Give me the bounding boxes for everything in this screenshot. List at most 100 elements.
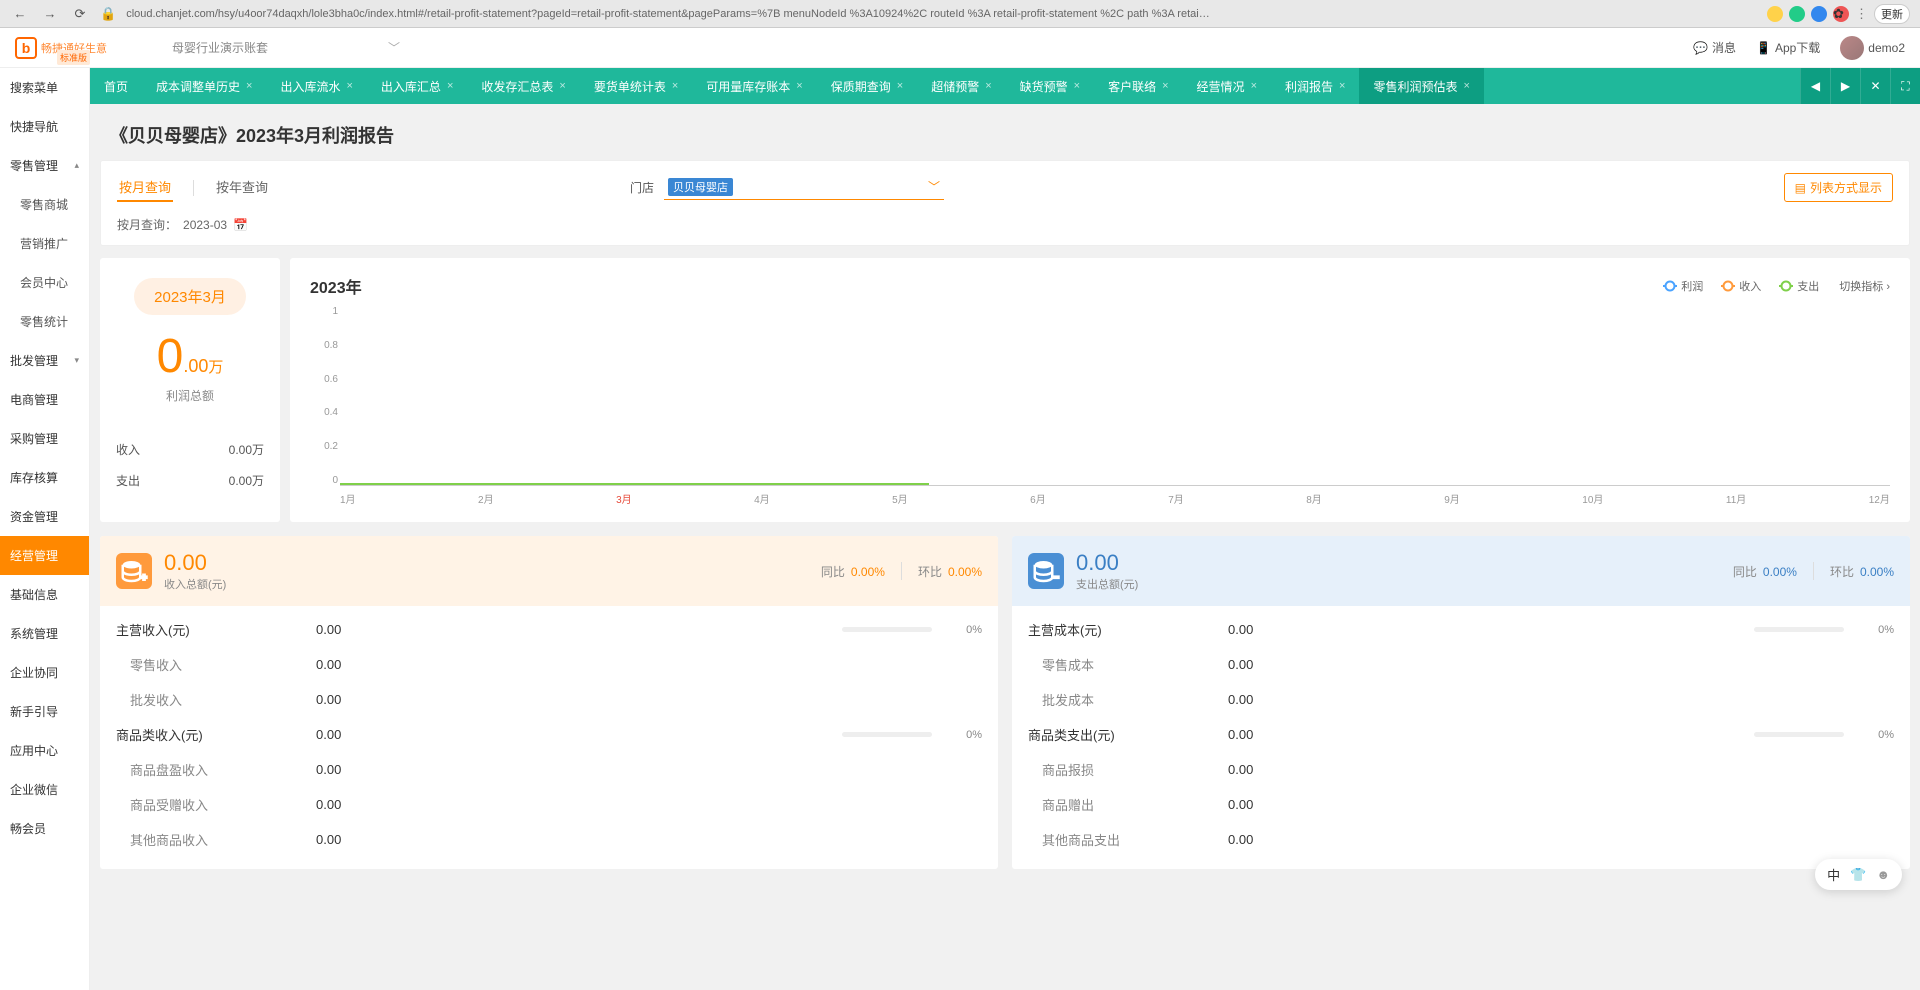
phone-icon: 📱 [1756,41,1771,55]
sidebar-item[interactable]: 经营管理 [0,536,89,575]
ext-menu-icon[interactable]: ⋮ [1855,6,1868,22]
url-bar[interactable]: cloud.chanjet.com/hsy/u4oor74daqxh/lole3… [126,8,1757,20]
messages-button[interactable]: 💬消息 [1693,39,1736,56]
sidebar-item[interactable]: 资金管理 [0,497,89,536]
legend-expense[interactable]: 支出 [1779,278,1819,294]
close-icon[interactable]: × [672,80,678,92]
filter-tab-year[interactable]: 按年查询 [214,173,270,202]
close-icon[interactable]: × [1251,80,1257,92]
calendar-icon[interactable]: 📅 [233,218,248,232]
sidebar-item[interactable]: 零售统计 [0,302,89,341]
list-mode-button[interactable]: ▤ 列表方式显示 [1784,173,1893,202]
ime-widget[interactable]: 中 👕 ☻ [1815,859,1902,890]
sidebar-item[interactable]: 电商管理 [0,380,89,419]
tab[interactable]: 经营情况× [1183,68,1271,104]
table-row: 商品报损0.00 [1028,752,1894,787]
table-row: 零售收入0.00 [116,647,982,682]
sidebar-item[interactable]: 批发管理▾ [0,341,89,380]
store-select[interactable]: 门店 贝贝母婴店 ﹀ [630,175,944,200]
chart-title: 2023年 [310,274,362,298]
tab[interactable]: 首页 [90,68,142,104]
tab[interactable]: 要货单统计表× [580,68,692,104]
sidebar-item[interactable]: 快捷导航 [0,107,89,146]
update-button[interactable]: 更新 [1874,4,1910,24]
sidebar-item[interactable]: 采购管理 [0,419,89,458]
reload-icon[interactable]: ⟳ [70,4,90,24]
download-button[interactable]: 📱App下载 [1756,39,1820,56]
chevron-down-icon: ﹀ [388,39,400,56]
switch-metric[interactable]: 切换指标 › [1839,278,1890,294]
forward-icon[interactable]: → [40,4,60,24]
edition-badge: 标准版 [57,50,90,65]
table-row: 零售成本0.00 [1028,647,1894,682]
sidebar-item[interactable]: 新手引导 [0,692,89,731]
income-panel: 0.00 收入总额(元) 同比0.00% 环比0.00% 主营收入(元)0.00… [100,536,998,869]
month-query-value[interactable]: 2023-03 [183,218,227,232]
app-topbar: b 畅捷通好生意 标准版 母婴行业演示账套 ﹀ 💬消息 📱App下载 demo2 [0,28,1920,68]
list-icon: ▤ [1795,181,1806,195]
user-menu[interactable]: demo2 [1840,36,1905,60]
tab-next[interactable]: ▶ [1830,68,1860,104]
tab[interactable]: 客户联络× [1094,68,1182,104]
table-row: 商品盘盈收入0.00 [116,752,982,787]
ext-icon[interactable]: ✿ [1833,6,1849,22]
tab[interactable]: 收发存汇总表× [467,68,579,104]
summary-card: 2023年3月 0.00万 利润总额 收入0.00万 支出0.00万 [100,258,280,522]
filter-card: 按月查询 按年查询 门店 贝贝母婴店 ﹀ ▤ 列表方式显示 [100,160,1910,246]
sidebar-item[interactable]: 企业协同 [0,653,89,692]
ext-icon[interactable] [1811,6,1827,22]
close-icon[interactable]: × [985,80,991,92]
shirt-icon: 👕 [1850,867,1866,883]
fullscreen-button[interactable]: ⛶ [1890,68,1920,104]
tab-bar: 首页成本调整单历史×出入库流水×出入库汇总×收发存汇总表×要货单统计表×可用量库… [90,68,1920,104]
chevron-down-icon: ﹀ [928,178,940,196]
browser-bar: ← → ⟳ 🔒 cloud.chanjet.com/hsy/u4oor74daq… [0,0,1920,28]
sidebar-item[interactable]: 畅会员 [0,809,89,848]
tab[interactable]: 利润报告× [1271,68,1359,104]
sidebar-item[interactable]: 零售管理▴ [0,146,89,185]
sidebar-item[interactable]: 系统管理 [0,614,89,653]
close-icon[interactable]: × [346,80,352,92]
tab[interactable]: 零售利润预估表× [1359,68,1483,104]
close-icon[interactable]: × [1339,80,1345,92]
tab[interactable]: 成本调整单历史× [142,68,266,104]
close-icon[interactable]: × [796,80,802,92]
sidebar-item[interactable]: 搜索菜单 [0,68,89,107]
tab[interactable]: 可用量库存账本× [692,68,816,104]
income-total: 0.00 [164,550,226,576]
close-icon[interactable]: × [447,80,453,92]
table-row: 商品受赠收入0.00 [116,787,982,822]
tab[interactable]: 缺货预警× [1006,68,1094,104]
profit-label: 利润总额 [114,387,266,404]
tab-close-all[interactable]: ✕ [1860,68,1890,104]
sidebar-item[interactable]: 应用中心 [0,731,89,770]
sidebar-item[interactable]: 会员中心 [0,263,89,302]
sidebar-item[interactable]: 库存核算 [0,458,89,497]
close-icon[interactable]: × [897,80,903,92]
tab-prev[interactable]: ◀ [1800,68,1830,104]
close-icon[interactable]: × [1074,80,1080,92]
month-pill: 2023年3月 [134,278,246,315]
sidebar-item[interactable]: 基础信息 [0,575,89,614]
tab[interactable]: 保质期查询× [817,68,917,104]
ext-icon[interactable] [1789,6,1805,22]
table-row: 其他商品支出0.00 [1028,822,1894,857]
tab[interactable]: 超储预警× [917,68,1005,104]
legend-income[interactable]: 收入 [1721,278,1761,294]
close-icon[interactable]: × [1162,80,1168,92]
close-icon[interactable]: × [559,80,565,92]
close-icon[interactable]: × [246,80,252,92]
sidebar-item[interactable]: 零售商城 [0,185,89,224]
back-icon[interactable]: ← [10,4,30,24]
page-title: 《贝贝母婴店》2023年3月利润报告 [90,104,1920,160]
close-icon[interactable]: × [1463,80,1469,92]
income-line: 收入0.00万 [114,434,266,465]
tenant-select[interactable]: 母婴行业演示账套 ﹀ [172,39,400,56]
tab[interactable]: 出入库汇总× [367,68,467,104]
sidebar-item[interactable]: 企业微信 [0,770,89,809]
legend-profit[interactable]: 利润 [1663,278,1703,294]
ext-icon[interactable] [1767,6,1783,22]
tab[interactable]: 出入库流水× [266,68,366,104]
filter-tab-month[interactable]: 按月查询 [117,173,173,202]
sidebar-item[interactable]: 营销推广 [0,224,89,263]
